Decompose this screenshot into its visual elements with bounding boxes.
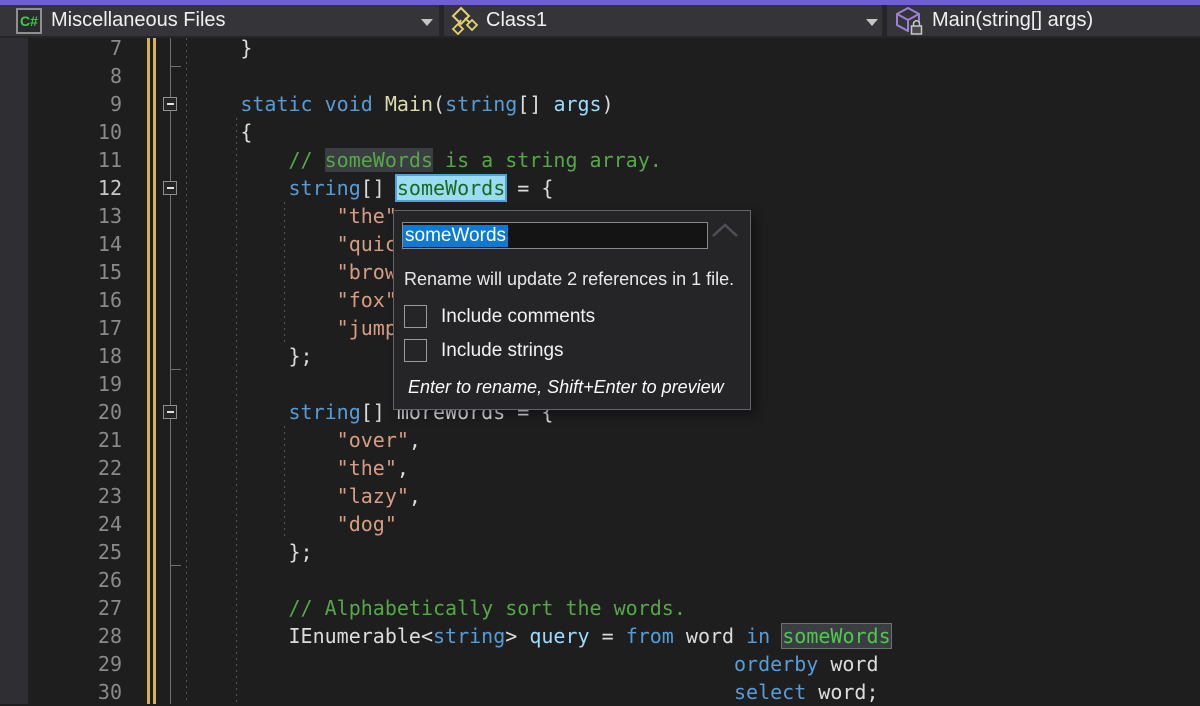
code-line-9[interactable]: static void Main(string[] args) <box>144 90 891 118</box>
navbar-divider <box>882 5 887 36</box>
member-dropdown[interactable]: Main(string[] args) <box>888 5 1200 36</box>
code-line-29[interactable]: orderby word <box>144 650 891 678</box>
code-line-22[interactable]: "the", <box>144 454 891 482</box>
line-number[interactable]: 12 <box>28 174 122 202</box>
line-number[interactable]: 8 <box>28 62 122 90</box>
fold-marker[interactable] <box>163 97 177 111</box>
include-strings-row: Include strings <box>404 339 564 362</box>
line-number[interactable]: 28 <box>28 622 122 650</box>
line-number[interactable]: 18 <box>28 342 122 370</box>
line-number[interactable]: 22 <box>28 454 122 482</box>
line-number[interactable]: 21 <box>28 426 122 454</box>
line-number[interactable]: 17 <box>28 314 122 342</box>
line-number[interactable]: 23 <box>28 482 122 510</box>
line-number[interactable]: 26 <box>28 566 122 594</box>
include-strings-label[interactable]: Include strings <box>441 340 564 362</box>
class-icon <box>450 6 480 36</box>
rename-message: Rename will update 2 references in 1 fil… <box>404 269 734 290</box>
line-number[interactable]: 27 <box>28 594 122 622</box>
csharp-file-icon: C# <box>16 8 42 34</box>
line-number-gutter[interactable]: 7891011121314151617181920212223242526272… <box>28 34 122 706</box>
type-dropdown-label: Class1 <box>486 9 547 32</box>
code-line-11[interactable]: // someWords is a string array. <box>144 146 891 174</box>
line-number[interactable]: 30 <box>28 678 122 706</box>
chevron-down-icon <box>421 19 433 26</box>
code-line-8[interactable] <box>144 62 891 90</box>
collapse-icon <box>167 411 174 413</box>
line-number[interactable]: 25 <box>28 538 122 566</box>
include-comments-checkbox[interactable] <box>404 305 427 328</box>
rename-dialog: someWords Rename will update 2 reference… <box>393 210 751 410</box>
code-line-24[interactable]: "dog" <box>144 510 891 538</box>
code-line-27[interactable]: // Alphabetically sort the words. <box>144 594 891 622</box>
line-number[interactable]: 13 <box>28 202 122 230</box>
fold-marker[interactable] <box>163 405 177 419</box>
include-comments-label[interactable]: Include comments <box>441 306 595 328</box>
code-line-21[interactable]: "over", <box>144 426 891 454</box>
line-number[interactable]: 15 <box>28 258 122 286</box>
rename-input-selected-text: someWords <box>403 225 508 247</box>
code-line-28[interactable]: IEnumerable<string> query = from word in… <box>144 622 891 650</box>
rename-hint: Enter to rename, Shift+Enter to preview <box>408 377 724 398</box>
chevron-down-icon <box>866 19 878 26</box>
type-dropdown[interactable]: Class1 <box>444 5 882 36</box>
code-line-23[interactable]: "lazy", <box>144 482 891 510</box>
rename-input[interactable]: someWords <box>402 222 708 249</box>
line-number[interactable]: 11 <box>28 146 122 174</box>
project-dropdown[interactable]: C# Miscellaneous Files <box>0 5 439 36</box>
collapse-chevron-icon[interactable] <box>710 221 740 239</box>
code-line-10[interactable]: { <box>144 118 891 146</box>
line-number[interactable]: 29 <box>28 650 122 678</box>
fold-marker[interactable] <box>163 181 177 195</box>
code-line-30[interactable]: select word; <box>144 678 891 706</box>
line-number[interactable]: 24 <box>28 510 122 538</box>
line-number[interactable]: 9 <box>28 90 122 118</box>
window-accent-strip <box>0 0 1200 5</box>
line-number[interactable]: 10 <box>28 118 122 146</box>
collapse-icon <box>167 103 174 105</box>
code-line-26[interactable] <box>144 566 891 594</box>
line-number[interactable]: 7 <box>28 34 122 62</box>
line-number[interactable]: 19 <box>28 370 122 398</box>
include-comments-row: Include comments <box>404 305 595 328</box>
code-navigation-bar: C# Miscellaneous Files Class1 Main(strin… <box>0 5 1200 38</box>
method-lock-icon <box>894 6 926 36</box>
line-number[interactable]: 14 <box>28 230 122 258</box>
collapse-icon <box>167 187 174 189</box>
code-line-25[interactable]: }; <box>144 538 891 566</box>
project-dropdown-label: Miscellaneous Files <box>51 9 226 32</box>
include-strings-checkbox[interactable] <box>404 339 427 362</box>
code-line-12[interactable]: string[] someWords = { <box>144 174 891 202</box>
line-number[interactable]: 20 <box>28 398 122 426</box>
member-dropdown-label: Main(string[] args) <box>932 9 1093 32</box>
line-number[interactable]: 16 <box>28 286 122 314</box>
breakpoint-margin[interactable] <box>0 38 28 704</box>
code-line-7[interactable]: } <box>144 34 891 62</box>
